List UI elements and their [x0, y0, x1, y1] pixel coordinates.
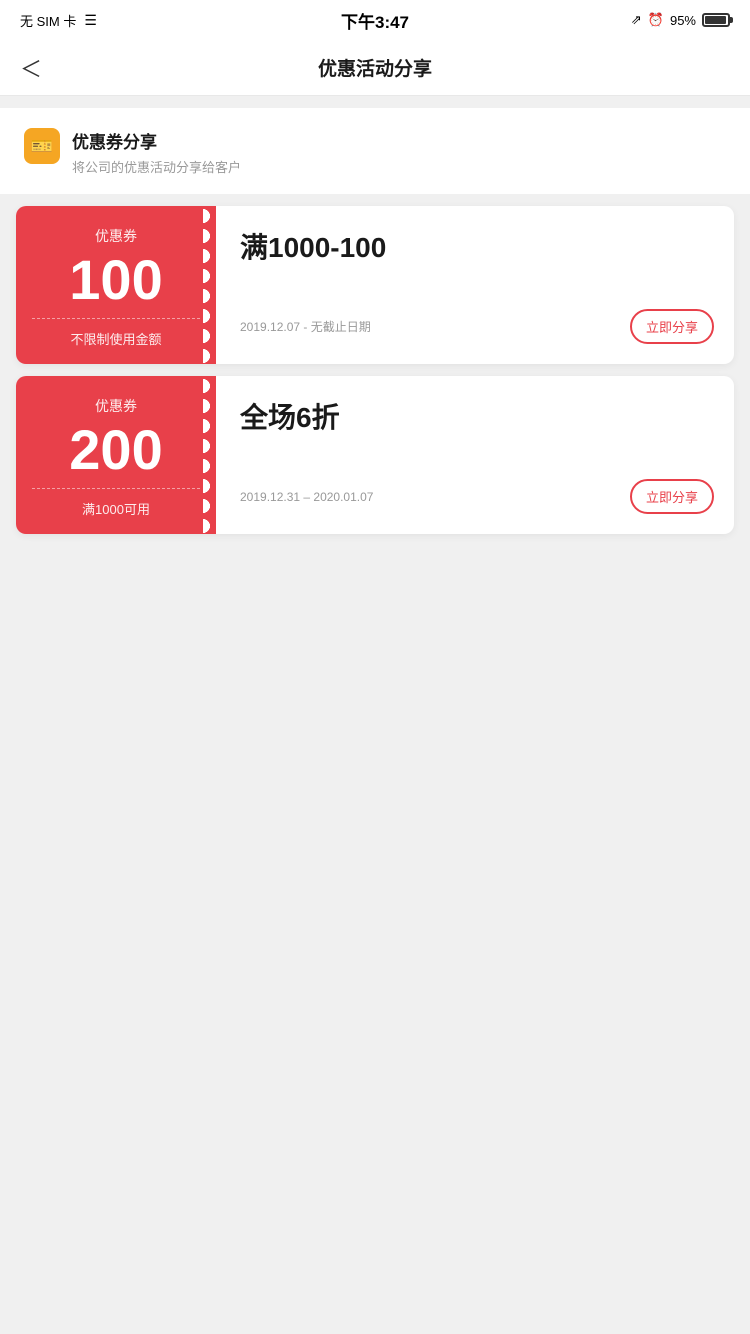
coupon-left-2: 优惠券 200 满1000可用: [16, 376, 216, 534]
status-bar: 无 SIM 卡 ☰ 下午3:47 ⇗ ⏰ 95%: [0, 0, 750, 40]
section-title: 优惠券分享: [72, 128, 241, 153]
coupon-amount-2: 200: [69, 422, 162, 478]
battery-icon: [702, 13, 730, 27]
back-button[interactable]: ＜: [20, 52, 42, 84]
coupon-bottom-2: 2019.12.31 – 2020.01.07 立即分享: [240, 479, 714, 514]
coupon-label-2: 优惠券: [95, 396, 137, 416]
wifi-icon: ☰: [84, 12, 97, 29]
status-right: ⇗ ⏰ 95%: [631, 12, 730, 28]
coupon-divider-2: [32, 488, 200, 489]
coupon-divider-1: [32, 318, 200, 319]
coupon-name-1: 满1000-100: [240, 226, 714, 266]
share-button-1[interactable]: 立即分享: [630, 309, 714, 344]
empty-area: [0, 546, 750, 1146]
sim-label: 无 SIM 卡: [20, 11, 76, 30]
coupon-right-2: 全场6折 2019.12.31 – 2020.01.07 立即分享: [216, 376, 734, 534]
nav-bar: ＜ 优惠活动分享: [0, 40, 750, 96]
coupon-label-1: 优惠券: [95, 226, 137, 246]
battery-pct: 95%: [670, 13, 696, 28]
location-icon: ⇗: [631, 12, 642, 28]
page-title: 优惠活动分享: [318, 54, 432, 81]
coupon-date-2: 2019.12.31 – 2020.01.07: [240, 490, 630, 504]
coupon-left-1: 优惠券 100 不限制使用金额: [16, 206, 216, 364]
coupon-condition-2: 满1000可用: [82, 499, 150, 518]
separator-top: [0, 96, 750, 108]
coupon-card-2: 优惠券 200 满1000可用 全场6折 2019.12.31 – 2020.0…: [16, 376, 734, 534]
coupon-bottom-1: 2019.12.07 - 无截止日期 立即分享: [240, 309, 714, 344]
coupon-name-2: 全场6折: [240, 396, 714, 436]
coupon-amount-1: 100: [69, 252, 162, 308]
coupon-icon: 🎫: [31, 136, 53, 157]
status-time: 下午3:47: [341, 8, 409, 33]
section-text: 优惠券分享 将公司的优惠活动分享给客户: [72, 128, 241, 176]
coupon-card-1: 优惠券 100 不限制使用金额 满1000-100 2019.12.07 - 无…: [16, 206, 734, 364]
coupon-right-1: 满1000-100 2019.12.07 - 无截止日期 立即分享: [216, 206, 734, 364]
section-header: 🎫 优惠券分享 将公司的优惠活动分享给客户: [0, 108, 750, 194]
share-button-2[interactable]: 立即分享: [630, 479, 714, 514]
section-subtitle: 将公司的优惠活动分享给客户: [72, 157, 241, 176]
section-icon: 🎫: [24, 128, 60, 164]
status-left: 无 SIM 卡 ☰: [20, 11, 97, 30]
alarm-icon: ⏰: [648, 12, 664, 28]
coupon-condition-1: 不限制使用金额: [70, 329, 161, 348]
coupon-list: 优惠券 100 不限制使用金额 满1000-100 2019.12.07 - 无…: [0, 206, 750, 534]
coupon-date-1: 2019.12.07 - 无截止日期: [240, 318, 630, 335]
